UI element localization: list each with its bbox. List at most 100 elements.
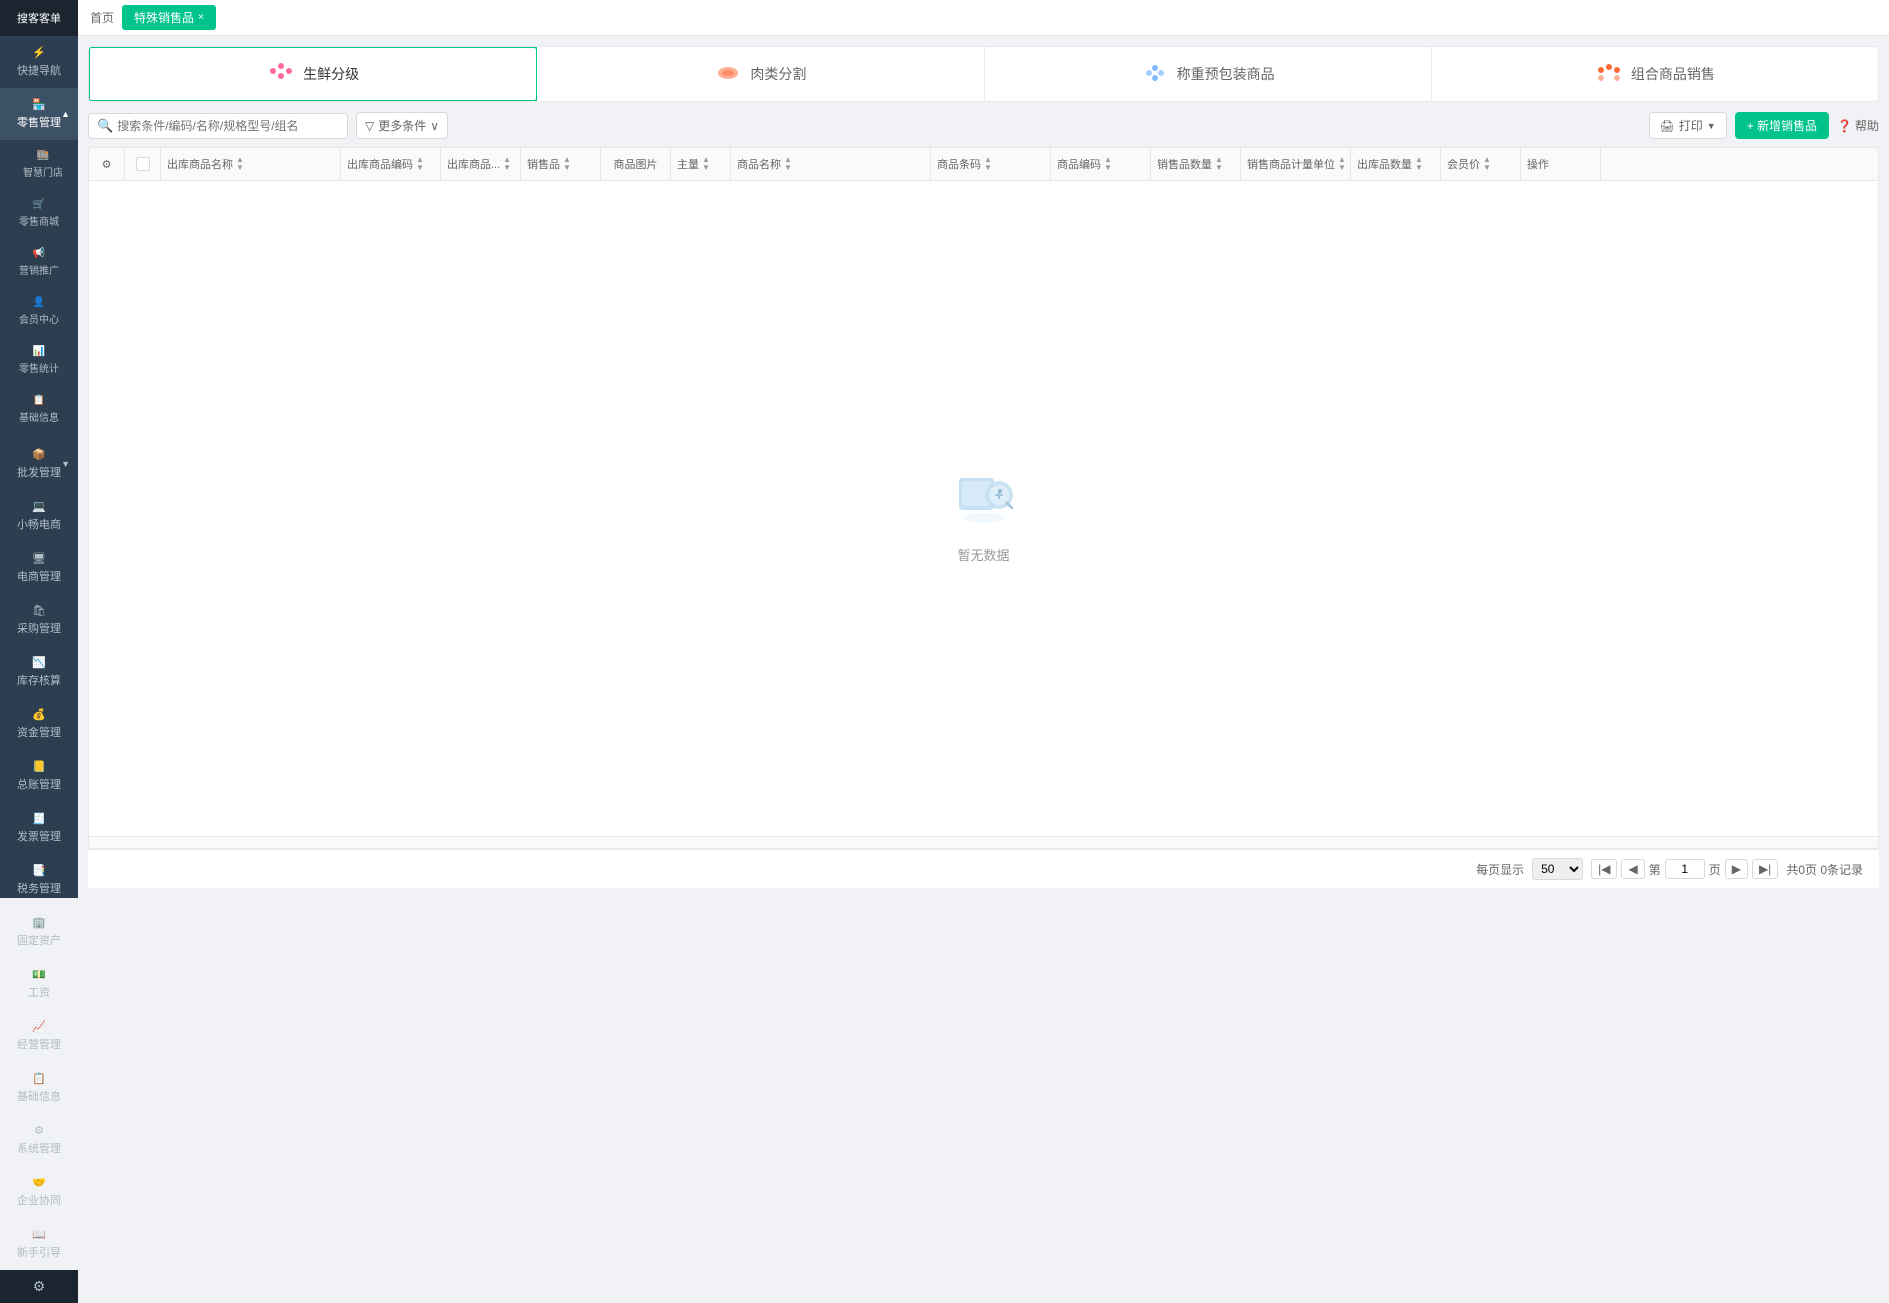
basicinfo2-icon: 📋	[32, 1072, 46, 1085]
sort-outname[interactable]: ▲▼	[236, 156, 244, 172]
sidebar-gear-btn[interactable]: ⚙	[0, 1270, 78, 1303]
th-setting[interactable]: ⚙	[89, 148, 125, 180]
assets-icon: 🏢	[32, 916, 46, 929]
main-content: 首页 特殊销售品 × 生鲜分级	[78, 0, 1889, 898]
sidebar-item-basicinfo2[interactable]: 📋 基础信息	[0, 1062, 78, 1114]
breadcrumb-home[interactable]: 首页	[90, 9, 114, 26]
meat-tab-icon	[714, 62, 742, 87]
search-input[interactable]	[117, 119, 337, 133]
sort-outspec[interactable]: ▲▼	[503, 156, 511, 172]
sidebar-item-mall[interactable]: 🛒 零售商城	[0, 189, 78, 238]
operation-icon: 📈	[32, 1020, 46, 1033]
sort-goodscode[interactable]: ▲▼	[1104, 156, 1112, 172]
sidebar-item-invoice[interactable]: 🧾 发票管理	[0, 802, 78, 854]
empty-icon	[944, 453, 1024, 533]
page-input[interactable]	[1665, 859, 1705, 879]
sidebar-item-ledger[interactable]: 📒 总账管理	[0, 750, 78, 802]
sort-outqty[interactable]: ▲▼	[1415, 156, 1423, 172]
sort-main[interactable]: ▲▼	[702, 156, 710, 172]
help-icon: ❓	[1837, 119, 1852, 133]
help-button[interactable]: ❓ 帮助	[1837, 117, 1879, 134]
sidebar-item-guide[interactable]: 📖 新手引导	[0, 1218, 78, 1270]
empty-text: 暂无数据	[957, 545, 1009, 564]
system-icon: ⚙	[34, 1124, 44, 1137]
mall-icon: 🛒	[33, 199, 45, 210]
header-checkbox[interactable]	[136, 157, 150, 171]
page-label-post: 页	[1709, 861, 1721, 878]
sidebar-item-ecommerce[interactable]: 💻 小畅电商	[0, 490, 78, 542]
sidebar-item-basicinfo1[interactable]: 📋 基础信息	[0, 385, 78, 434]
combo-tab-label: 组合商品销售	[1631, 64, 1715, 84]
sidebar-item-operation[interactable]: 📈 经营管理	[0, 1010, 78, 1062]
th-goodsname: 商品名称 ▲▼	[731, 148, 931, 180]
sort-sale[interactable]: ▲▼	[563, 156, 571, 172]
sidebar-item-quick[interactable]: ⚡ 快捷导航	[0, 36, 78, 88]
active-tab[interactable]: 特殊销售品 ×	[122, 5, 216, 30]
toolbar: 🔍 ▽ 更多条件 ∨ 🖨 打印 ▼ + 新增销售品 ❓ 帮助	[88, 112, 1879, 139]
sidebar-item-inventory[interactable]: 📉 库存核算	[0, 646, 78, 698]
smartstore-icon: 🏬	[37, 150, 49, 161]
basicinfo1-icon: 📋	[33, 395, 45, 406]
sort-outcode[interactable]: ▲▼	[416, 156, 424, 172]
sidebar-item-system[interactable]: ⚙ 系统管理	[0, 1114, 78, 1166]
th-op: 操作	[1521, 148, 1601, 180]
wholesale-arrow: ▼	[61, 459, 70, 469]
tab-meat[interactable]: 肉类分割	[537, 47, 984, 101]
page-prev[interactable]: ◀	[1621, 859, 1644, 879]
th-outcode: 出库商品编码 ▲▼	[341, 148, 441, 180]
horizontal-scroll[interactable]	[89, 836, 1878, 848]
add-button[interactable]: + 新增销售品	[1735, 112, 1829, 139]
th-saleqty: 销售品数量 ▲▼	[1151, 148, 1241, 180]
sidebar-item-member[interactable]: 👤 会员中心	[0, 287, 78, 336]
page-label-pre: 第	[1649, 861, 1661, 878]
tab-label: 特殊销售品	[134, 9, 194, 26]
print-button[interactable]: 🖨 打印 ▼	[1649, 112, 1727, 139]
sidebar-item-retailstat[interactable]: 📊 零售统计	[0, 336, 78, 385]
sort-unit[interactable]: ▲▼	[1338, 156, 1346, 172]
sidebar-item-tax[interactable]: 📑 税务管理	[0, 854, 78, 906]
tab-combo[interactable]: 组合商品销售	[1432, 47, 1878, 101]
sidebar-item-finance[interactable]: 💰 资金管理	[0, 698, 78, 750]
page-last[interactable]: ▶|	[1752, 859, 1778, 879]
weight-tab-icon	[1141, 62, 1169, 87]
tab-fresh[interactable]: 生鲜分级	[88, 46, 538, 102]
sidebar-item-collab[interactable]: 🤝 企业协同	[0, 1166, 78, 1218]
search-box[interactable]: 🔍	[88, 113, 348, 139]
tab-weight[interactable]: 称重预包装商品	[985, 47, 1432, 101]
weight-tab-label: 称重预包装商品	[1177, 64, 1275, 84]
sort-barcode[interactable]: ▲▼	[984, 156, 992, 172]
tab-close[interactable]: ×	[198, 12, 204, 23]
retailstat-icon: 📊	[33, 346, 45, 357]
filter-button[interactable]: ▽ 更多条件 ∨	[356, 112, 448, 139]
invoice-icon: 🧾	[32, 812, 46, 825]
th-unit: 销售商品计量单位 ▲▼	[1241, 148, 1351, 180]
fresh-tab-label: 生鲜分级	[303, 64, 359, 84]
guide-icon: 📖	[32, 1228, 46, 1241]
help-label: 帮助	[1855, 117, 1879, 134]
sidebar-item-purchase[interactable]: 🛍 采购管理	[0, 594, 78, 646]
sidebar-item-marketing[interactable]: 📢 营销推广	[0, 238, 78, 287]
th-sale: 销售品 ▲▼	[521, 148, 601, 180]
per-page-select[interactable]: 50 10 20 100	[1532, 858, 1583, 880]
per-page-label: 每页显示	[1476, 861, 1524, 878]
sort-saleqty[interactable]: ▲▼	[1215, 156, 1223, 172]
th-price: 会员价 ▲▼	[1441, 148, 1521, 180]
th-outqty: 出库品数量 ▲▼	[1351, 148, 1441, 180]
page-first[interactable]: |◀	[1591, 859, 1617, 879]
page-nav: |◀ ◀ 第 页 ▶ ▶|	[1591, 859, 1778, 879]
sidebar-item-wholesale[interactable]: 📦 批发管理 ▼	[0, 438, 78, 490]
th-img: 商品图片	[601, 148, 671, 180]
page-next[interactable]: ▶	[1725, 859, 1748, 879]
sidebar-item-salary[interactable]: 💵 工资	[0, 958, 78, 1010]
member-icon: 👤	[33, 297, 45, 308]
sidebar-item-ecommercemgr[interactable]: 🖥 电商管理	[0, 542, 78, 594]
sidebar-item-retail[interactable]: 🏪 零售管理 ▲	[0, 88, 78, 140]
sort-goodsname[interactable]: ▲▼	[784, 156, 792, 172]
ecommercemgr-icon: 🖥	[32, 552, 46, 565]
toolbar-left: 🔍 ▽ 更多条件 ∨	[88, 112, 448, 139]
sidebar-item-smartstore[interactable]: 🏬 智慧门店	[0, 140, 78, 189]
ledger-icon: 📒	[32, 760, 46, 773]
sort-price[interactable]: ▲▼	[1483, 156, 1491, 172]
sidebar-item-assets[interactable]: 🏢 固定资产	[0, 906, 78, 958]
th-check[interactable]	[125, 148, 161, 180]
